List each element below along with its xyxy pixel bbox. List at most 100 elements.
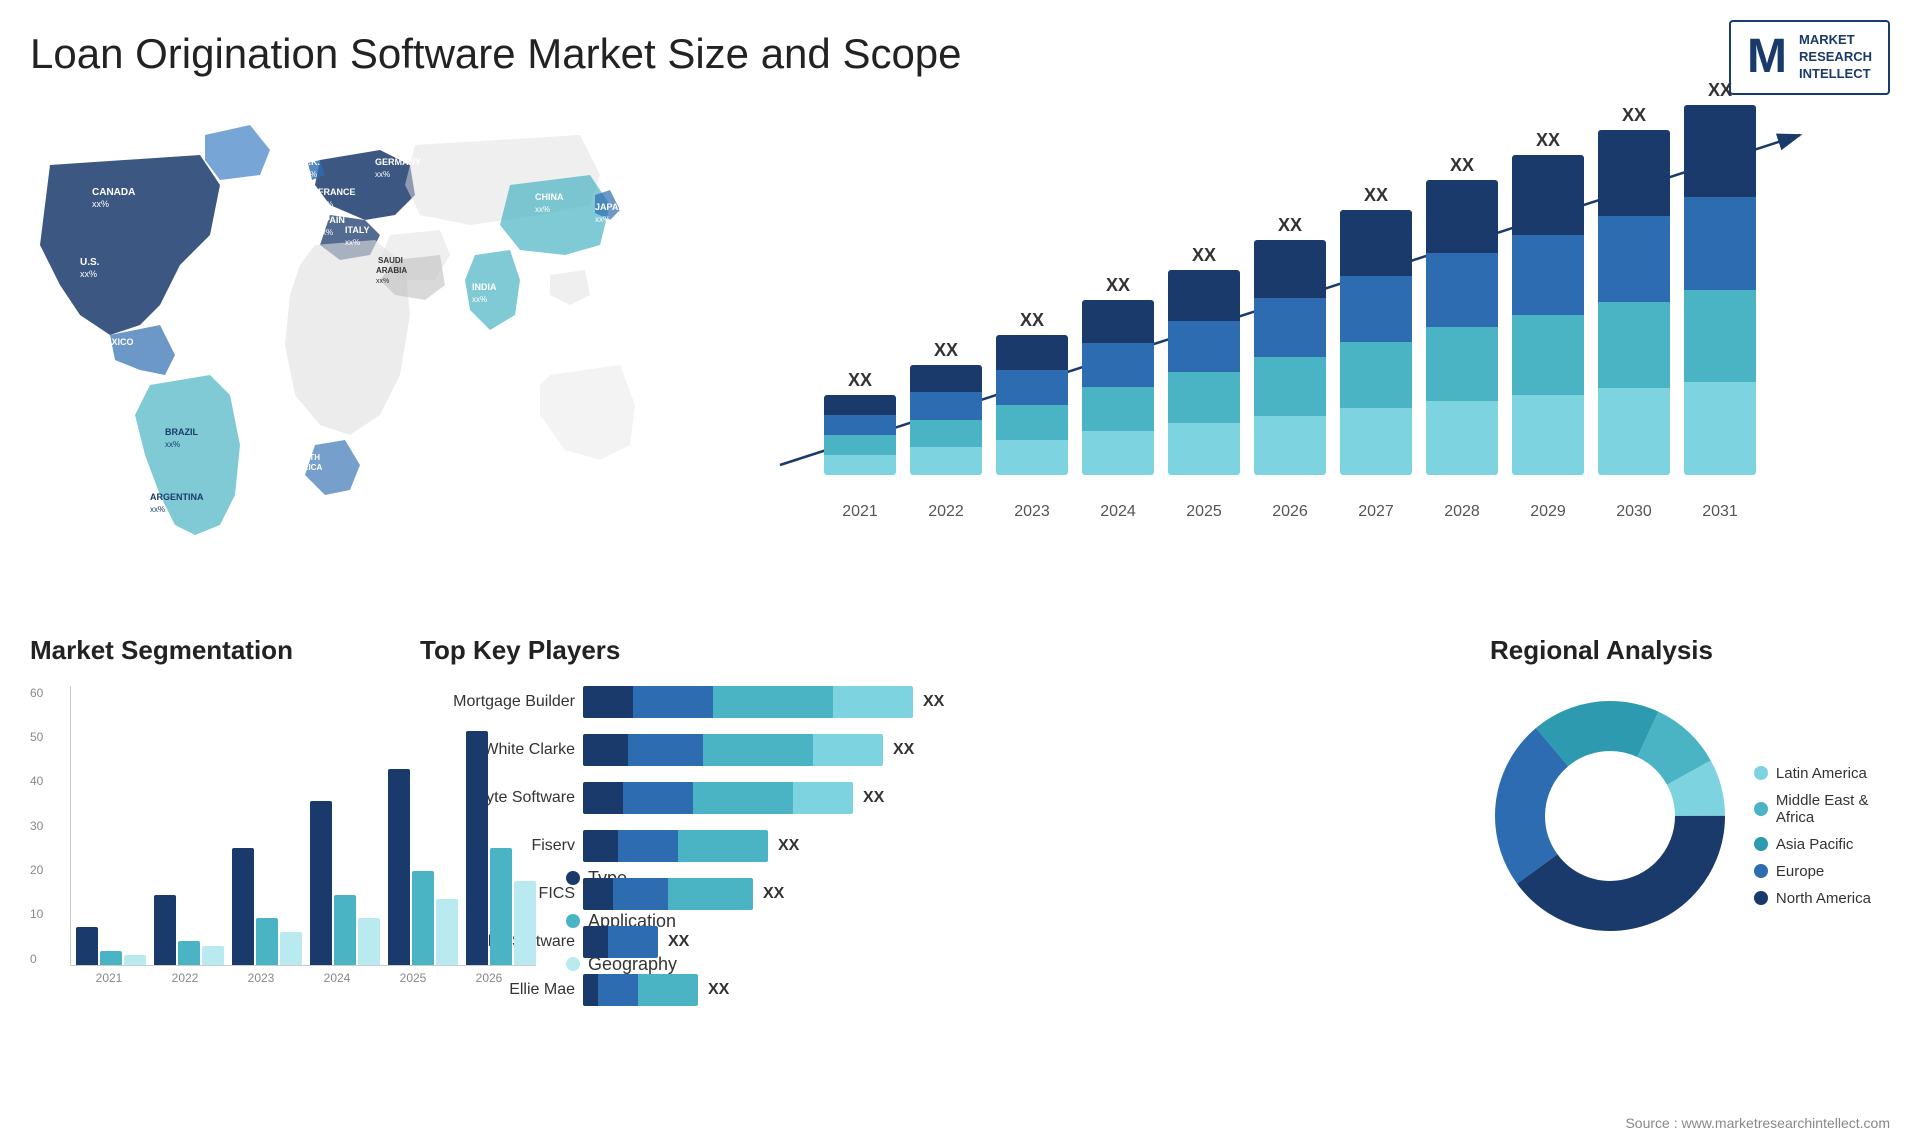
- bar-segment: [1684, 290, 1756, 383]
- seg-y-40: 40: [30, 774, 43, 788]
- bar-segment: [996, 405, 1068, 440]
- bar-group: XX: [1684, 80, 1756, 475]
- player-row: Calyx SoftwareXX: [420, 926, 1460, 958]
- bar-stack: [1168, 270, 1240, 475]
- svg-text:xx%: xx%: [165, 440, 180, 449]
- player-bar-segment: [813, 734, 883, 766]
- player-row: Byte SoftwareXX: [420, 782, 1460, 814]
- seg-geo-bar: [358, 918, 380, 965]
- reg-legend-dot: [1754, 864, 1768, 878]
- bar-group: XX: [824, 370, 896, 475]
- seg-bar-group: [154, 895, 224, 965]
- reg-legend-label: Latin America: [1776, 765, 1867, 782]
- bar-segment: [996, 370, 1068, 405]
- svg-text:xx%: xx%: [150, 505, 165, 514]
- player-bar-stack: [583, 926, 658, 958]
- bar-segment: [1598, 130, 1670, 216]
- regional-title: Regional Analysis: [1490, 635, 1890, 666]
- player-value: XX: [863, 789, 884, 807]
- player-bar-segment: [598, 974, 638, 1006]
- bar-segment: [1168, 423, 1240, 474]
- bar-segment: [1254, 357, 1326, 416]
- svg-text:BRAZIL: BRAZIL: [165, 427, 198, 437]
- reg-legend-dot: [1754, 766, 1768, 780]
- player-value: XX: [763, 885, 784, 903]
- seg-y-0: 0: [30, 952, 43, 966]
- player-row: Mortgage BuilderXX: [420, 686, 1460, 718]
- bar-year-label: 2028: [1426, 503, 1498, 521]
- bar-segment: [1082, 431, 1154, 475]
- svg-text:U.K.: U.K.: [302, 157, 320, 167]
- reg-legend-label: Middle East & Africa: [1776, 792, 1890, 826]
- regional-section: Regional Analysis: [1480, 635, 1900, 1125]
- seg-app-bar: [178, 941, 200, 964]
- seg-app-bar: [256, 918, 278, 965]
- svg-text:xx%: xx%: [375, 170, 390, 179]
- bar-segment: [1168, 321, 1240, 372]
- bar-segment: [1684, 197, 1756, 290]
- seg-x-label: 2023: [227, 971, 295, 985]
- bar-stack: [1340, 210, 1412, 475]
- donut-chart: [1490, 696, 1734, 976]
- bar-group: XX: [1254, 215, 1326, 475]
- bar-segment: [910, 420, 982, 448]
- bar-stack: [996, 335, 1068, 475]
- bar-segment: [824, 415, 896, 435]
- player-bar-segment: [668, 878, 753, 910]
- player-bar-segment: [638, 974, 698, 1006]
- seg-type-bar: [76, 927, 98, 964]
- bar-stack: [1082, 300, 1154, 475]
- bar-segment: [1426, 327, 1498, 401]
- player-bar-container: XX: [583, 734, 914, 766]
- segmentation-chart: 60 50 40 30 20 10 0 20212022202320242025…: [30, 686, 390, 985]
- bar-group: XX: [1168, 245, 1240, 475]
- bar-segment: [1082, 300, 1154, 344]
- svg-text:xx%: xx%: [376, 278, 389, 285]
- svg-text:SOUTH: SOUTH: [292, 453, 320, 462]
- bar-stack: [1598, 130, 1670, 475]
- world-map-section: CANADA xx% U.S. xx% MEXICO xx% BRAZIL xx…: [20, 105, 680, 625]
- seg-y-50: 50: [30, 730, 43, 744]
- bar-top-label: XX: [1278, 215, 1302, 236]
- seg-geo-bar: [436, 899, 458, 964]
- svg-text:ARGENTINA: ARGENTINA: [150, 492, 204, 502]
- seg-y-10: 10: [30, 907, 43, 921]
- player-bar-stack: [583, 734, 883, 766]
- world-map-svg: CANADA xx% U.S. xx% MEXICO xx% BRAZIL xx…: [20, 105, 660, 565]
- player-bar-container: XX: [583, 830, 799, 862]
- player-value: XX: [778, 837, 799, 855]
- svg-text:SPAIN: SPAIN: [318, 215, 345, 225]
- bar-group: XX: [910, 340, 982, 475]
- bar-year-label: 2029: [1512, 503, 1584, 521]
- player-bar-segment: [583, 974, 598, 1006]
- player-bar-segment: [623, 782, 693, 814]
- player-bar-segment: [583, 782, 623, 814]
- bar-year-label: 2031: [1684, 503, 1756, 521]
- svg-text:xx%: xx%: [595, 215, 610, 224]
- svg-text:xx%: xx%: [318, 228, 333, 237]
- bar-top-label: XX: [1192, 245, 1216, 266]
- player-bar-segment: [678, 830, 768, 862]
- bar-segment: [1254, 240, 1326, 299]
- player-row: FiservXX: [420, 830, 1460, 862]
- bar-segment: [824, 395, 896, 415]
- bar-segment: [1684, 105, 1756, 198]
- bar-year-label: 2023: [996, 503, 1068, 521]
- player-bar-stack: [583, 830, 768, 862]
- logo-line3: INTELLECT: [1799, 66, 1872, 83]
- svg-text:FRANCE: FRANCE: [318, 187, 356, 197]
- regional-legend: Latin AmericaMiddle East & AfricaAsia Pa…: [1754, 765, 1890, 917]
- reg-legend-item: Latin America: [1754, 765, 1890, 782]
- seg-bars-wrapper: 60 50 40 30 20 10 0 20212022202320242025…: [30, 686, 536, 985]
- seg-x-label: 2021: [75, 971, 143, 985]
- player-bar-container: XX: [583, 686, 944, 718]
- bar-segment: [1512, 235, 1584, 315]
- seg-bar-group: [466, 731, 536, 964]
- bar-year-label: 2021: [824, 503, 896, 521]
- seg-bar-group: [388, 769, 458, 965]
- seg-geo-bar: [202, 946, 224, 965]
- svg-text:xx%: xx%: [98, 350, 113, 359]
- player-bar-segment: [703, 734, 813, 766]
- seg-type-bar: [466, 731, 488, 964]
- logo-letter: M: [1747, 33, 1787, 81]
